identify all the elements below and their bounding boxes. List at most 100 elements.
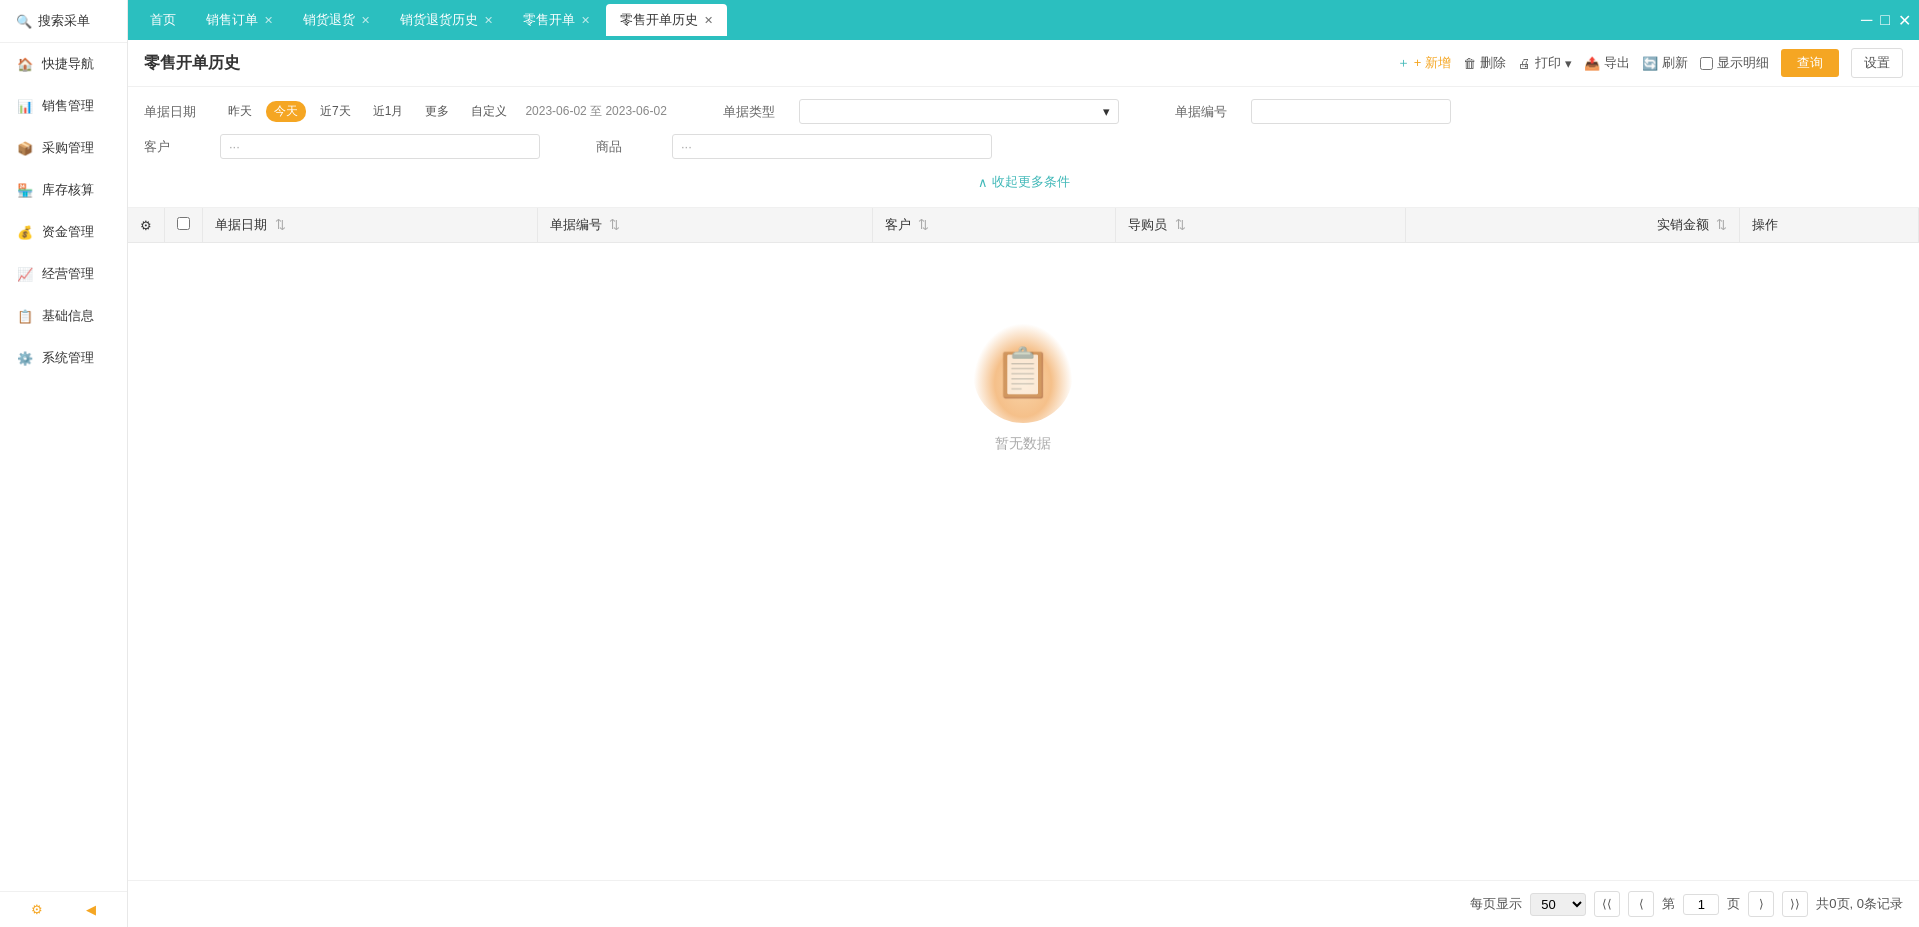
add-icon: ＋ bbox=[1397, 54, 1410, 72]
th-salesperson[interactable]: 导购员 ⇅ bbox=[1116, 208, 1405, 243]
th-date[interactable]: 单据日期 ⇅ bbox=[203, 208, 538, 243]
page-input[interactable] bbox=[1683, 894, 1719, 915]
tab-retail-open-history[interactable]: 零售开单历史 ✕ bbox=[606, 4, 727, 36]
window-maximize-btn[interactable]: □ bbox=[1880, 11, 1890, 29]
prev-page-btn[interactable]: ⟨ bbox=[1628, 891, 1654, 917]
tab-retail-open-history-label: 零售开单历史 bbox=[620, 11, 698, 29]
sidebar-item-system[interactable]: ⚙️ 系统管理 bbox=[0, 337, 127, 379]
tab-bar: 首页 销售订单 ✕ 销货退货 ✕ 销货退货历史 ✕ 零售开单 ✕ 零售开单历史 … bbox=[128, 0, 1919, 40]
date-btn-1month[interactable]: 近1月 bbox=[365, 101, 412, 122]
add-button[interactable]: ＋ + 新增 bbox=[1397, 54, 1451, 72]
show-detail-checkbox[interactable]: 显示明细 bbox=[1700, 54, 1769, 72]
print-dropdown-icon: ▾ bbox=[1565, 56, 1572, 71]
tab-sales-order-label: 销售订单 bbox=[206, 11, 258, 29]
sidebar-item-label: 系统管理 bbox=[42, 349, 94, 367]
tab-sales-return-history[interactable]: 销货退货历史 ✕ bbox=[386, 4, 507, 36]
filter-area: 单据日期 昨天 今天 近7天 近1月 更多 自定义 2023-06-02 至 2… bbox=[128, 87, 1919, 208]
order-type-label: 单据类型 bbox=[723, 103, 783, 121]
sidebar-item-inventory[interactable]: 🏪 库存核算 bbox=[0, 169, 127, 211]
empty-text: 暂无数据 bbox=[995, 435, 1051, 453]
th-no[interactable]: 单据编号 ⇅ bbox=[537, 208, 872, 243]
refresh-button[interactable]: 🔄 刷新 bbox=[1642, 54, 1688, 72]
date-btn-more[interactable]: 更多 bbox=[417, 101, 457, 122]
delete-icon: 🗑 bbox=[1463, 56, 1476, 71]
pagination: 每页显示 50 100 200 ⟨⟨ ⟨ 第 页 ⟩ ⟩⟩ 共0页, 0条记录 bbox=[128, 880, 1919, 927]
sidebar-item-purchase-mgmt[interactable]: 📦 采购管理 bbox=[0, 127, 127, 169]
date-btn-custom[interactable]: 自定义 bbox=[463, 101, 515, 122]
sidebar-search[interactable]: 🔍 搜索采单 bbox=[0, 0, 127, 43]
customer-label: 客户 bbox=[144, 138, 204, 156]
tab-home[interactable]: 首页 bbox=[136, 4, 190, 36]
collapse-button[interactable]: ∧ 收起更多条件 bbox=[144, 169, 1903, 195]
th-customer[interactable]: 客户 ⇅ bbox=[872, 208, 1116, 243]
page-label: 第 bbox=[1662, 895, 1675, 913]
toolbar: 零售开单历史 ＋ + 新增 🗑 删除 🖨 打印 ▾ 📤 导出 bbox=[128, 40, 1919, 87]
tab-sales-order-close[interactable]: ✕ bbox=[264, 14, 273, 27]
tab-retail-open-history-close[interactable]: ✕ bbox=[704, 14, 713, 27]
date-btn-7days[interactable]: 近7天 bbox=[312, 101, 359, 122]
page-suffix: 页 bbox=[1727, 895, 1740, 913]
date-label: 单据日期 bbox=[144, 103, 204, 121]
sidebar-item-label: 资金管理 bbox=[42, 223, 94, 241]
search-icon: 🔍 bbox=[16, 14, 32, 29]
date-options: 昨天 今天 近7天 近1月 更多 自定义 2023-06-02 至 2023-0… bbox=[220, 101, 667, 122]
sort-date-icon: ⇅ bbox=[275, 217, 286, 232]
th-settings[interactable]: ⚙ bbox=[128, 208, 165, 243]
info-icon: 📋 bbox=[16, 307, 34, 325]
goods-placeholder: ··· bbox=[681, 139, 692, 154]
settings-icon[interactable]: ⚙ bbox=[31, 902, 43, 917]
data-table: ⚙ 单据日期 ⇅ 单据编号 ⇅ 客户 ⇅ bbox=[128, 208, 1919, 533]
th-checkbox[interactable] bbox=[165, 208, 203, 243]
settings-button[interactable]: 设置 bbox=[1851, 48, 1903, 78]
print-button[interactable]: 🖨 打印 ▾ bbox=[1518, 54, 1572, 72]
tab-sales-return-close[interactable]: ✕ bbox=[361, 14, 370, 27]
select-all-checkbox[interactable] bbox=[177, 217, 190, 230]
th-amount[interactable]: 实销金额 ⇅ bbox=[1405, 208, 1740, 243]
filter-row-date: 单据日期 昨天 今天 近7天 近1月 更多 自定义 2023-06-02 至 2… bbox=[144, 99, 1903, 124]
sidebar-item-label: 快捷导航 bbox=[42, 55, 94, 73]
tab-retail-open[interactable]: 零售开单 ✕ bbox=[509, 4, 604, 36]
sidebar-item-sales-mgmt[interactable]: 📊 销售管理 bbox=[0, 85, 127, 127]
sidebar-item-basic-info[interactable]: 📋 基础信息 bbox=[0, 295, 127, 337]
per-page-select[interactable]: 50 100 200 bbox=[1530, 893, 1586, 916]
goods-select[interactable]: ··· bbox=[672, 134, 992, 159]
goods-label: 商品 bbox=[596, 138, 656, 156]
date-btn-today[interactable]: 今天 bbox=[266, 101, 306, 122]
order-type-select[interactable]: ▾ bbox=[799, 99, 1119, 124]
sidebar-item-quick-nav[interactable]: 🏠 快捷导航 bbox=[0, 43, 127, 85]
export-button[interactable]: 📤 导出 bbox=[1584, 54, 1630, 72]
delete-button[interactable]: 🗑 删除 bbox=[1463, 54, 1506, 72]
empty-state: 暂无数据 bbox=[128, 243, 1919, 533]
main-area: 首页 销售订单 ✕ 销货退货 ✕ 销货退货历史 ✕ 零售开单 ✕ 零售开单历史 … bbox=[128, 0, 1919, 927]
money-icon: 💰 bbox=[16, 223, 34, 241]
sidebar-item-finance[interactable]: 💰 资金管理 bbox=[0, 211, 127, 253]
window-close-btn[interactable]: ✕ bbox=[1898, 11, 1911, 30]
table-area: ⚙ 单据日期 ⇅ 单据编号 ⇅ 客户 ⇅ bbox=[128, 208, 1919, 880]
system-icon: ⚙️ bbox=[16, 349, 34, 367]
toolbar-actions: ＋ + 新增 🗑 删除 🖨 打印 ▾ 📤 导出 🔄 bbox=[1397, 48, 1903, 78]
window-minimize-btn[interactable]: ─ bbox=[1861, 11, 1872, 29]
last-page-btn[interactable]: ⟩⟩ bbox=[1782, 891, 1808, 917]
print-label: 打印 bbox=[1535, 54, 1561, 72]
tab-sales-return[interactable]: 销货退货 ✕ bbox=[289, 4, 384, 36]
refresh-icon: 🔄 bbox=[1642, 56, 1658, 71]
tab-sales-order[interactable]: 销售订单 ✕ bbox=[192, 4, 287, 36]
export-icon: 📤 bbox=[1584, 56, 1600, 71]
tab-retail-open-close[interactable]: ✕ bbox=[581, 14, 590, 27]
collapse-sidebar-icon[interactable]: ◀ bbox=[86, 902, 96, 917]
sidebar-item-label: 库存核算 bbox=[42, 181, 94, 199]
customer-select[interactable]: ··· bbox=[220, 134, 540, 159]
date-btn-yesterday[interactable]: 昨天 bbox=[220, 101, 260, 122]
show-detail-input[interactable] bbox=[1700, 57, 1713, 70]
next-page-btn[interactable]: ⟩ bbox=[1748, 891, 1774, 917]
sidebar-item-operations[interactable]: 📈 经营管理 bbox=[0, 253, 127, 295]
order-no-input[interactable] bbox=[1251, 99, 1451, 124]
date-range-display: 2023-06-02 至 2023-06-02 bbox=[525, 103, 666, 120]
query-button[interactable]: 查询 bbox=[1781, 49, 1839, 77]
tab-sales-return-history-close[interactable]: ✕ bbox=[484, 14, 493, 27]
box-icon: 📦 bbox=[16, 139, 34, 157]
sidebar-search-label: 搜索采单 bbox=[38, 12, 90, 30]
sidebar-item-label: 采购管理 bbox=[42, 139, 94, 157]
first-page-btn[interactable]: ⟨⟨ bbox=[1594, 891, 1620, 917]
print-icon: 🖨 bbox=[1518, 56, 1531, 71]
